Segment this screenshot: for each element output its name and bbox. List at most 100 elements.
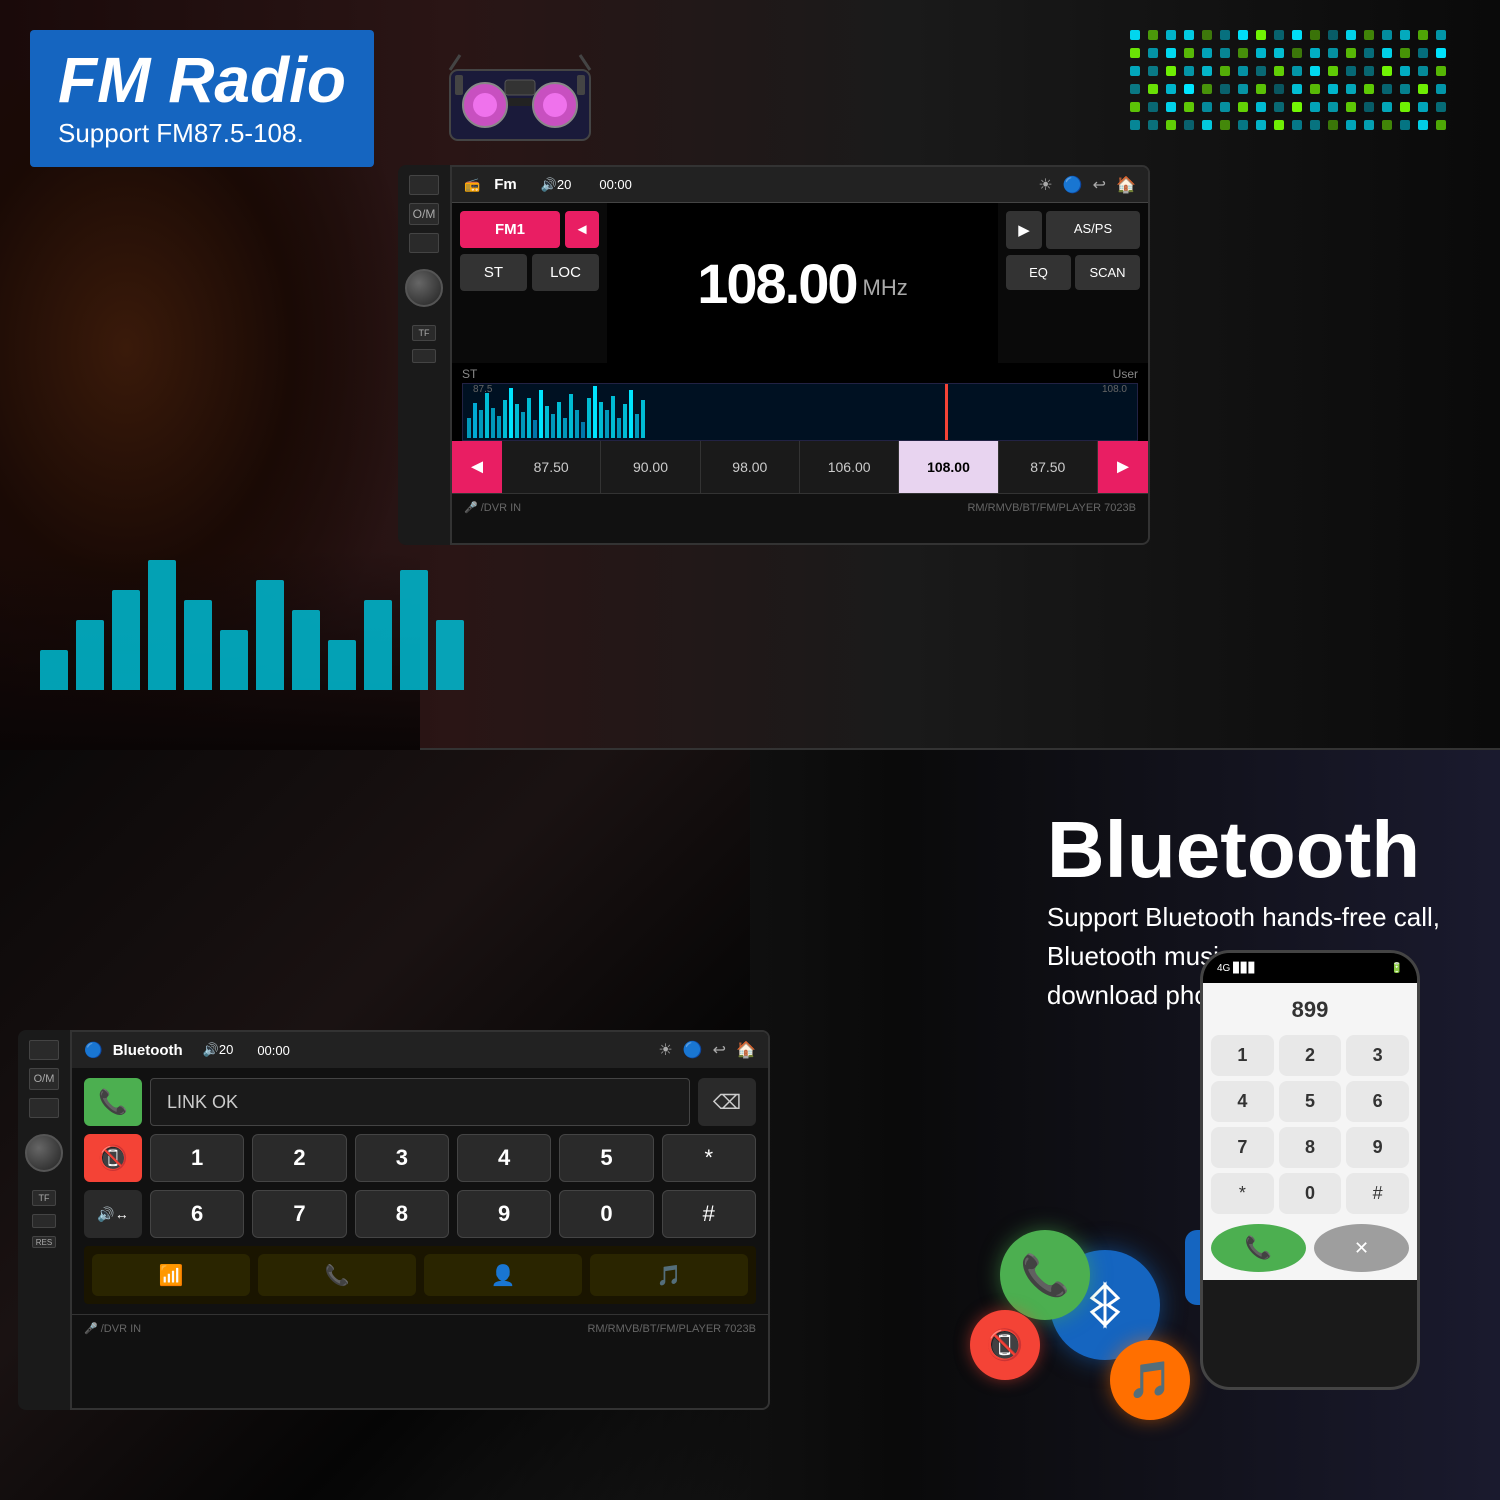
next-button[interactable]: [409, 233, 439, 253]
phone-key-hash[interactable]: #: [1346, 1173, 1409, 1214]
freq-item-87-50[interactable]: 87.50: [502, 441, 601, 493]
home-icon: 🏠: [1116, 175, 1136, 195]
key-6[interactable]: 6: [150, 1190, 244, 1238]
freq-item-108-00-active[interactable]: 108.00: [899, 441, 998, 493]
freq-item-106-00[interactable]: 106.00: [800, 441, 899, 493]
bt-keypad-row1: 📵 1 2 3 4 5 *: [84, 1134, 756, 1182]
dot-pattern-cell: [1310, 120, 1320, 130]
bt-power-button[interactable]: O/M: [29, 1068, 59, 1090]
phone-key-6[interactable]: 6: [1346, 1081, 1409, 1122]
eq-button[interactable]: EQ: [1006, 255, 1071, 290]
fm-prev-freq-button[interactable]: ◄: [565, 211, 599, 248]
float-call-icon: 📞: [1000, 1230, 1090, 1320]
fm-status-icons: ☀ 🔵 ↩ 🏠: [1038, 175, 1136, 195]
bt-input-row: 📞 LINK OK ⌫: [84, 1078, 756, 1126]
power-button[interactable]: O/M: [409, 203, 439, 225]
dot-pattern-cell: [1310, 30, 1320, 40]
res-button[interactable]: [412, 349, 436, 363]
phone-key-8[interactable]: 8: [1279, 1127, 1342, 1168]
phone-key-1[interactable]: 1: [1211, 1035, 1274, 1076]
dot-pattern-cell: [1310, 102, 1320, 112]
bt-func-call-list-button[interactable]: 📞: [258, 1254, 416, 1296]
phone-key-5[interactable]: 5: [1279, 1081, 1342, 1122]
bt-next-button[interactable]: [29, 1098, 59, 1118]
freq-item-87-50b[interactable]: 87.50: [999, 441, 1098, 493]
phone-key-2[interactable]: 2: [1279, 1035, 1342, 1076]
phone-key-4[interactable]: 4: [1211, 1081, 1274, 1122]
dot-pattern-cell: [1292, 102, 1302, 112]
bt-func-contacts-button[interactable]: 👤: [424, 1254, 582, 1296]
dot-pattern-cell: [1220, 120, 1230, 130]
fm-freq-prev-button[interactable]: ◄: [452, 441, 502, 493]
key-8[interactable]: 8: [355, 1190, 449, 1238]
dot-pattern-cell: [1346, 84, 1356, 94]
key-9[interactable]: 9: [457, 1190, 551, 1238]
eq-bar: [364, 600, 392, 690]
bt-hangup-button[interactable]: 📵: [84, 1134, 142, 1182]
bt-func-eq-button[interactable]: 📶: [92, 1254, 250, 1296]
phone-key-3[interactable]: 3: [1346, 1035, 1409, 1076]
st-button[interactable]: ST: [460, 254, 527, 291]
phone-key-7[interactable]: 7: [1211, 1127, 1274, 1168]
phone-cancel-button[interactable]: ✕: [1314, 1224, 1409, 1272]
key-4[interactable]: 4: [457, 1134, 551, 1182]
dot-pattern-cell: [1166, 102, 1176, 112]
dot-pattern-cell: [1382, 102, 1392, 112]
fm-preset-row: FM1 ◄: [460, 211, 599, 248]
key-7[interactable]: 7: [252, 1190, 346, 1238]
dot-pattern-cell: [1274, 66, 1284, 76]
key-1[interactable]: 1: [150, 1134, 244, 1182]
fm1-button[interactable]: FM1: [460, 211, 560, 248]
dot-pattern-cell: [1274, 48, 1284, 58]
dot-pattern-cell: [1148, 84, 1158, 94]
key-3[interactable]: 3: [355, 1134, 449, 1182]
scan-button[interactable]: SCAN: [1075, 255, 1140, 290]
bt-vol-transfer-button[interactable]: 🔊↔: [84, 1190, 142, 1238]
tf-button[interactable]: TF: [412, 325, 436, 341]
dot-pattern-cell: [1220, 66, 1230, 76]
dot-pattern-cell: [1436, 30, 1446, 40]
fm-freq-next-button[interactable]: ►: [1098, 441, 1148, 493]
dot-pattern-cell: [1292, 84, 1302, 94]
bt-volume-knob[interactable]: [25, 1134, 63, 1172]
fm-device-footer: 🎤 /DVR IN RM/RMVB/BT/FM/PLAYER 7023B: [452, 493, 1148, 521]
fm-play-button[interactable]: ▶: [1006, 211, 1042, 249]
dot-pattern-cell: [1130, 102, 1140, 112]
bt-prev-button[interactable]: [29, 1040, 59, 1060]
bt-func-music-button[interactable]: 🎵: [590, 1254, 748, 1296]
bt-radio-device: O/M TF RES 🔵 Bluetooth 🔊20 00:00 ☀ 🔵: [70, 1030, 770, 1410]
phone-call-button[interactable]: 📞: [1211, 1224, 1306, 1272]
prev-button[interactable]: [409, 175, 439, 195]
bt-function-row: 📶 📞 👤 🎵: [84, 1246, 756, 1304]
dot-pattern-cell: [1400, 66, 1410, 76]
dot-pattern-cell: [1346, 30, 1356, 40]
key-0[interactable]: 0: [559, 1190, 653, 1238]
phone-mockup: 4G ▊▊▊ 🔋 899 1 2 3 4 5 6 7 8 9 * 0 #: [1200, 950, 1420, 1390]
key-hash[interactable]: #: [662, 1190, 756, 1238]
fm-st-label: ST: [462, 367, 477, 381]
freq-item-90-00[interactable]: 90.00: [601, 441, 700, 493]
volume-knob[interactable]: [405, 269, 443, 307]
dot-pattern-cell: [1148, 102, 1158, 112]
fm-footer-left: 🎤 /DVR IN: [464, 501, 521, 514]
key-5[interactable]: 5: [559, 1134, 653, 1182]
phone-key-0[interactable]: 0: [1279, 1173, 1342, 1214]
bt-call-button[interactable]: 📞: [84, 1078, 142, 1126]
dot-pattern-cell: [1148, 30, 1158, 40]
phone-status-bar: 4G ▊▊▊ 🔋: [1203, 953, 1417, 983]
key-2[interactable]: 2: [252, 1134, 346, 1182]
key-star[interactable]: *: [662, 1134, 756, 1182]
fm-main-controls: FM1 ◄ ST LOC 108.00 MHz: [452, 203, 1148, 363]
freq-item-98-00[interactable]: 98.00: [701, 441, 800, 493]
bt-backspace-button[interactable]: ⌫: [698, 1078, 756, 1126]
phone-key-star[interactable]: *: [1211, 1173, 1274, 1214]
loc-button[interactable]: LOC: [532, 254, 599, 291]
fm-eq-scan-row: EQ SCAN: [1006, 255, 1140, 290]
dot-pattern-cell: [1202, 102, 1212, 112]
bt-res-button[interactable]: RES: [32, 1236, 56, 1248]
dot-pattern-cell: [1130, 84, 1140, 94]
fm-status-bar: 📻 Fm 🔊20 00:00 ☀ 🔵 ↩ 🏠: [452, 167, 1148, 203]
phone-key-9[interactable]: 9: [1346, 1127, 1409, 1168]
asps-button[interactable]: AS/PS: [1046, 211, 1140, 249]
dot-pattern-cell: [1256, 66, 1266, 76]
